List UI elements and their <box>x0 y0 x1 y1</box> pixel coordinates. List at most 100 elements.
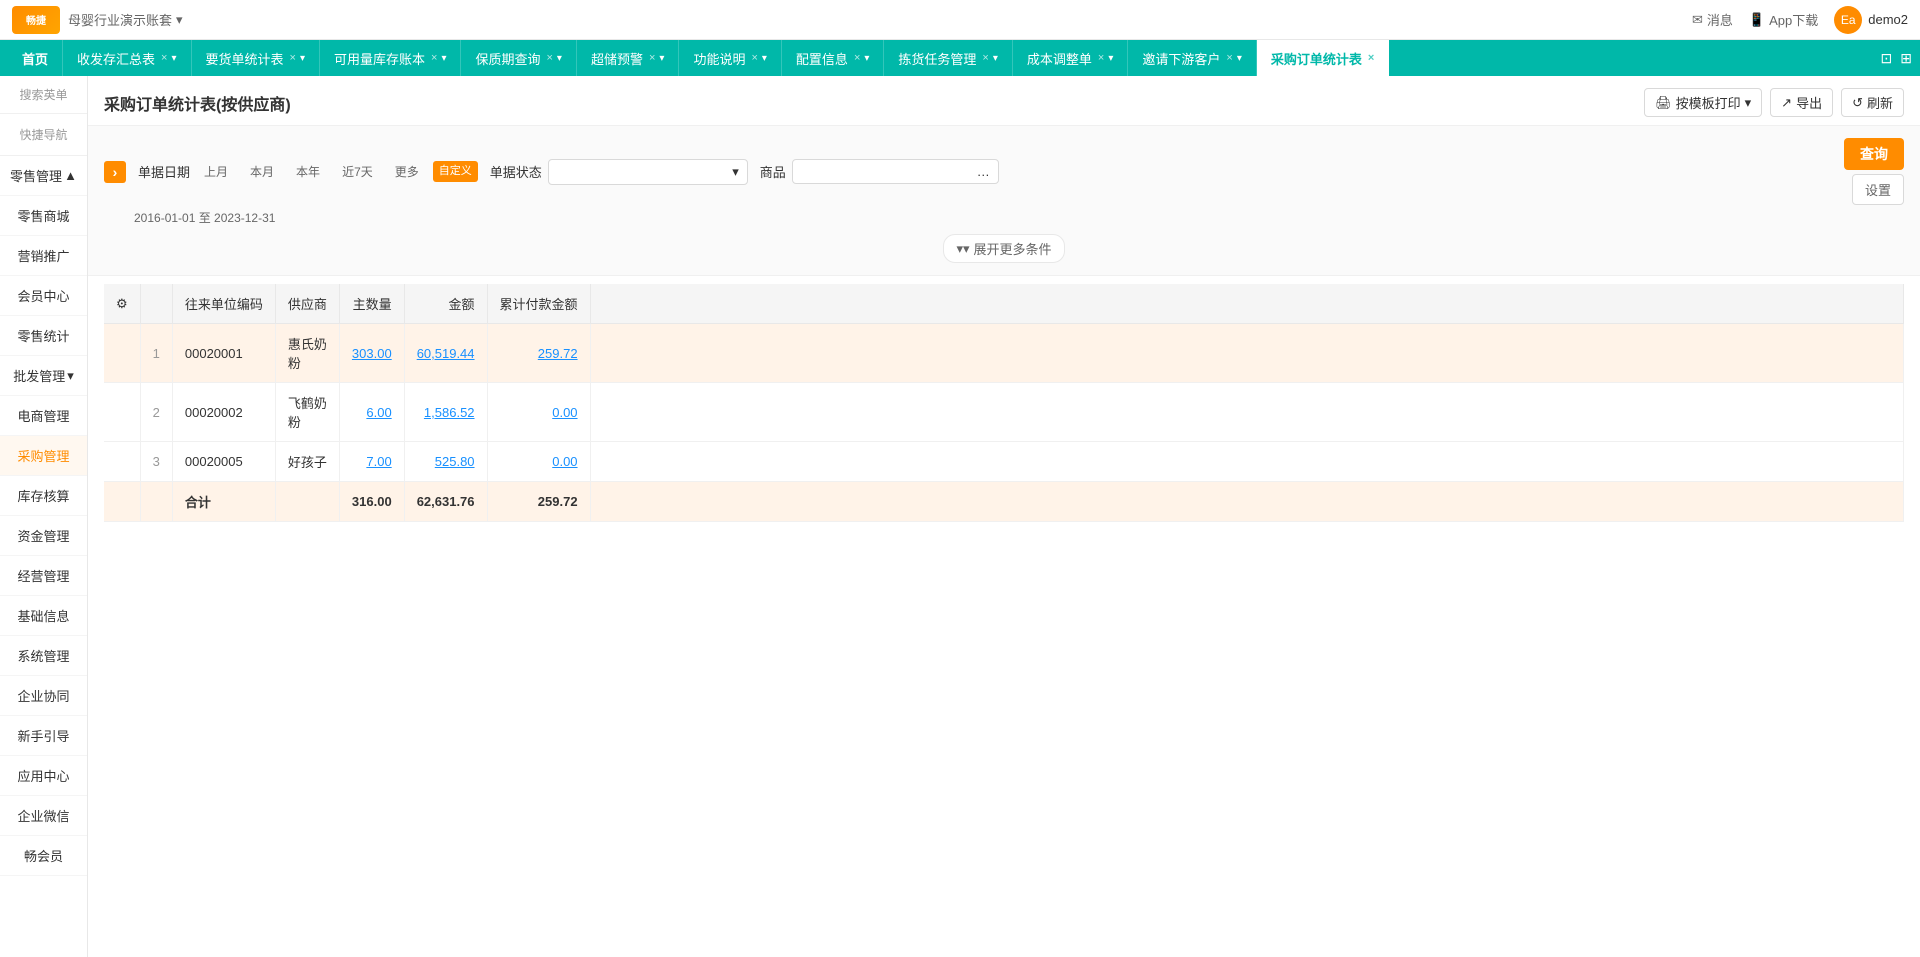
sidebar-item-enterprise-collab[interactable]: 企业协同 <box>0 676 87 716</box>
sidebar-item-enterprise-wechat[interactable]: 企业微信 <box>0 796 87 836</box>
tab-dropdown-icon[interactable]: ▾ <box>993 53 998 64</box>
goods-input-dots: … <box>977 164 990 179</box>
sidebar-nav-area[interactable]: 快捷导航 <box>0 114 87 156</box>
column-settings-icon[interactable]: ⚙ <box>116 296 128 311</box>
query-button[interactable]: 查询 <box>1844 138 1904 170</box>
app-download-btn[interactable]: 📱 App下载 <box>1749 10 1818 29</box>
tab-expiry-query[interactable]: 保质期查询 × ▾ <box>461 40 576 76</box>
tab-available-stock[interactable]: 可用量库存账本 × ▾ <box>320 40 461 76</box>
sidebar-item-retail-stats[interactable]: 零售统计 <box>0 316 87 356</box>
settings-button[interactable]: 设置 <box>1852 174 1904 205</box>
sidebar-item-operations-label: 经营管理 <box>17 569 69 584</box>
row2-amount: 1,586.52 <box>404 383 487 442</box>
page-header: 采购订单统计表(按供应商) 🖨 按模板打印 ▾ ↗ 导出 ↺ 刷新 <box>88 76 1920 126</box>
tab-dropdown-icon[interactable]: ▾ <box>171 53 176 64</box>
sidebar-item-new-guide-label: 新手引导 <box>17 729 69 744</box>
close-tab-icon[interactable]: × <box>751 52 757 64</box>
user-area[interactable]: Ea demo2 <box>1834 6 1908 34</box>
close-tab-icon[interactable]: × <box>854 52 860 64</box>
user-avatar: Ea <box>1834 6 1862 34</box>
sidebar-item-retail-stats-label: 零售统计 <box>17 329 69 344</box>
export-button[interactable]: ↗ 导出 <box>1770 88 1833 117</box>
row3-supplier: 好孩子 <box>275 442 339 482</box>
tab-cost-adjust-label: 成本调整单 <box>1027 49 1092 68</box>
date-btn-last-month[interactable]: 上月 <box>196 161 236 182</box>
sidebar-item-marketing[interactable]: 营销推广 <box>0 236 87 276</box>
tab-overstock-warning[interactable]: 超储预警 × ▾ <box>577 40 679 76</box>
tab-order-stats-label: 要货单统计表 <box>206 49 284 68</box>
sidebar-item-retail-shop[interactable]: 零售商城 <box>0 196 87 236</box>
date-btn-7days[interactable]: 近7天 <box>334 161 381 182</box>
footer-extra <box>590 482 1903 522</box>
tab-cost-adjust[interactable]: 成本调整单 × ▾ <box>1013 40 1128 76</box>
close-tab-icon[interactable]: × <box>1226 52 1232 64</box>
custom-date-tag[interactable]: 自定义 <box>433 161 478 182</box>
page-title: 采购订单统计表(按供应商) <box>104 91 291 115</box>
close-tab-icon[interactable]: × <box>546 52 552 64</box>
date-range-text: 2016-01-01 至 2023-12-31 <box>134 211 275 225</box>
sidebar-item-member-center[interactable]: 会员中心 <box>0 276 87 316</box>
tab-dropdown-icon[interactable]: ▾ <box>659 53 664 64</box>
sidebar-item-finance[interactable]: 资金管理 <box>0 516 87 556</box>
tab-dropdown-icon[interactable]: ▾ <box>441 53 446 64</box>
close-tab-icon[interactable]: × <box>290 52 296 64</box>
sidebar-item-basic-info[interactable]: 基础信息 <box>0 596 87 636</box>
expand-conditions-btn[interactable]: ▾▾ 展开更多条件 <box>943 234 1064 263</box>
window-restore-icon[interactable]: ⊡ <box>1881 50 1893 67</box>
tab-expiry-query-label: 保质期查询 <box>475 49 540 68</box>
sidebar-item-inventory[interactable]: 库存核算 <box>0 476 87 516</box>
date-btn-this-year[interactable]: 本年 <box>288 161 328 182</box>
tab-purchase-order-stats[interactable]: 采购订单统计表 × <box>1257 40 1389 76</box>
close-tab-icon[interactable]: × <box>1098 52 1104 64</box>
tab-dropdown-icon[interactable]: ▾ <box>864 53 869 64</box>
close-tab-icon[interactable]: × <box>161 52 167 64</box>
top-right-area: ✉ 消息 📱 App下载 Ea demo2 <box>1692 6 1908 34</box>
sidebar-item-app-center[interactable]: 应用中心 <box>0 756 87 796</box>
close-active-tab-icon[interactable]: × <box>1368 52 1374 64</box>
sidebar-item-operations[interactable]: 经营管理 <box>0 556 87 596</box>
sidebar-item-ecommerce[interactable]: 电商管理 <box>0 396 87 436</box>
tab-inventory-summary[interactable]: 收发存汇总表 × ▾ <box>63 40 191 76</box>
tab-function-desc[interactable]: 功能说明 × ▾ <box>679 40 781 76</box>
tab-dropdown-icon[interactable]: ▾ <box>1237 53 1242 64</box>
sidebar-item-app-center-label: 应用中心 <box>17 769 69 784</box>
sidebar-item-retail-mgmt[interactable]: 零售管理 ▲ <box>0 156 87 196</box>
tab-dropdown-icon[interactable]: ▾ <box>557 53 562 64</box>
close-tab-icon[interactable]: × <box>431 52 437 64</box>
user-name: demo2 <box>1868 12 1908 27</box>
row3-settings-cell <box>104 442 140 482</box>
date-btn-this-month[interactable]: 本月 <box>242 161 282 182</box>
workspace-selector[interactable]: 母婴行业演示账套 ▾ <box>68 10 183 29</box>
sidebar-item-sys-mgmt[interactable]: 系统管理 <box>0 636 87 676</box>
filter-row-main: › 单据日期 上月 本月 本年 近7天 更多 自定义 单据状态 <box>104 138 1904 205</box>
refresh-button[interactable]: ↺ 刷新 <box>1841 88 1904 117</box>
date-btn-more[interactable]: 更多 <box>387 161 427 182</box>
sidebar-nav-label: 快捷导航 <box>0 118 87 151</box>
close-tab-icon[interactable]: × <box>649 52 655 64</box>
sidebar-item-retail-mgmt-arrow: ▲ <box>64 168 77 183</box>
tab-invite-downstream[interactable]: 邀请下游客户 × ▾ <box>1128 40 1256 76</box>
tab-dropdown-icon[interactable]: ▾ <box>300 53 305 64</box>
sidebar-search-area[interactable]: 搜索英单 <box>0 76 87 114</box>
tab-dropdown-icon[interactable]: ▾ <box>1108 53 1113 64</box>
tab-pick-task[interactable]: 拣货任务管理 × ▾ <box>884 40 1012 76</box>
goods-search-input[interactable] <box>801 164 977 179</box>
workspace-arrow-icon: ▾ <box>176 12 183 28</box>
tab-dropdown-icon[interactable]: ▾ <box>762 53 767 64</box>
footer-amount: 62,631.76 <box>404 482 487 522</box>
sidebar-item-purchase[interactable]: 采购管理 <box>0 436 87 476</box>
window-maximize-icon[interactable]: ⊞ <box>1900 50 1912 67</box>
row3-code: 00020005 <box>172 442 275 482</box>
expand-more-area: ▾▾ 展开更多条件 <box>104 234 1904 263</box>
sidebar-item-new-guide[interactable]: 新手引导 <box>0 716 87 756</box>
tab-config-info[interactable]: 配置信息 × ▾ <box>782 40 884 76</box>
close-tab-icon[interactable]: × <box>982 52 988 64</box>
filter-collapse-btn[interactable]: › <box>104 161 126 183</box>
sidebar-item-member-service[interactable]: 畅会员 <box>0 836 87 876</box>
tab-order-stats[interactable]: 要货单统计表 × ▾ <box>192 40 320 76</box>
tab-home[interactable]: 首页 <box>8 40 63 76</box>
print-button[interactable]: 🖨 按模板打印 ▾ <box>1644 88 1762 117</box>
sidebar-item-wholesale-mgmt[interactable]: 批发管理 ▾ <box>0 356 87 396</box>
message-btn[interactable]: ✉ 消息 <box>1692 10 1733 29</box>
status-select[interactable]: ▾ <box>548 159 748 185</box>
